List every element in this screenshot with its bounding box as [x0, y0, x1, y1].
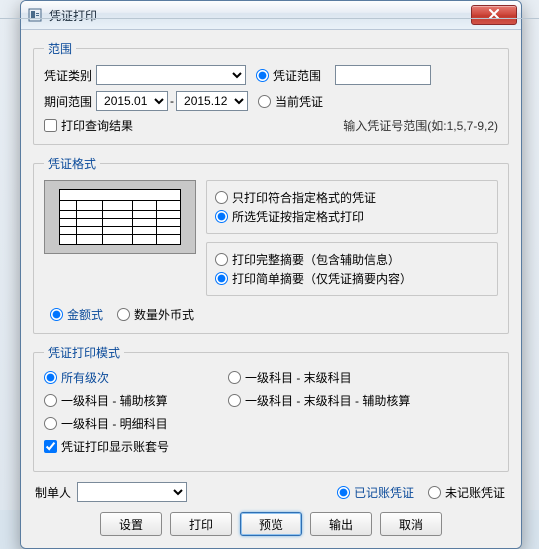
- mode-l1-last-radio[interactable]: 一级科目 - 末级科目: [228, 369, 352, 386]
- close-icon: [488, 8, 500, 22]
- settings-button[interactable]: 设置: [100, 512, 162, 536]
- scope-group: 范围 凭证类别 凭证范围 期间范围 2015.01: [33, 40, 509, 145]
- summary-box: 打印完整摘要（包含辅助信息） 打印简单摘要（仅凭证摘要内容）: [206, 242, 498, 296]
- opt-by-format-radio[interactable]: 所选凭证按指定格式打印: [215, 208, 489, 225]
- format-legend: 凭证格式: [44, 155, 100, 172]
- mode-group: 凭证打印模式 所有级次 一级科目 - 末级科目 一级科目 - 辅助核算: [33, 344, 509, 472]
- export-button[interactable]: 输出: [310, 512, 372, 536]
- mode-legend: 凭证打印模式: [44, 344, 124, 361]
- voucher-type-label: 凭证类别: [44, 67, 92, 84]
- window-title: 凭证打印: [49, 7, 471, 24]
- opt-full-summary-radio[interactable]: 打印完整摘要（包含辅助信息）: [215, 251, 489, 268]
- mode-all-levels-radio[interactable]: 所有级次: [44, 369, 214, 386]
- posted-radio[interactable]: 已记账凭证: [337, 484, 414, 501]
- period-dash: -: [170, 94, 174, 108]
- print-query-result-checkbox[interactable]: 打印查询结果: [44, 117, 133, 134]
- voucher-type-select[interactable]: [96, 65, 246, 85]
- format-filter-box: 只打印符合指定格式的凭证 所选凭证按指定格式打印: [206, 180, 498, 234]
- format-group: 凭证格式: [33, 155, 509, 334]
- button-bar: 设置 打印 预览 输出 取消: [33, 512, 509, 536]
- voucher-range-radio[interactable]: 凭证范围: [256, 67, 321, 84]
- style-qty-fx-radio[interactable]: 数量外币式: [117, 306, 194, 323]
- cancel-button[interactable]: 取消: [380, 512, 442, 536]
- print-button[interactable]: 打印: [170, 512, 232, 536]
- opt-simple-summary-radio[interactable]: 打印简单摘要（仅凭证摘要内容）: [215, 270, 489, 287]
- preparer-select[interactable]: [77, 482, 187, 502]
- period-from-select[interactable]: 2015.01: [96, 91, 168, 111]
- scope-legend: 范围: [44, 40, 76, 57]
- preview-button[interactable]: 预览: [240, 512, 302, 536]
- period-to-select[interactable]: 2015.12: [176, 91, 248, 111]
- opt-match-format-radio[interactable]: 只打印符合指定格式的凭证: [215, 189, 489, 206]
- preparer-label: 制单人: [35, 484, 71, 501]
- style-amount-radio[interactable]: 金额式: [50, 306, 103, 323]
- show-account-set-checkbox[interactable]: 凭证打印显示账套号: [44, 438, 169, 455]
- app-icon: [27, 7, 43, 23]
- current-voucher-radio[interactable]: 当前凭证: [258, 93, 323, 110]
- mode-l1-aux-radio[interactable]: 一级科目 - 辅助核算: [44, 392, 214, 409]
- dialog-window: 凭证打印 范围 凭证类别: [20, 0, 522, 549]
- close-button[interactable]: [471, 5, 517, 25]
- voucher-range-hint: 输入凭证号范围(如:1,5,7-9,2): [343, 117, 498, 134]
- mode-l1-detail-radio[interactable]: 一级科目 - 明细科目: [44, 415, 168, 432]
- template-preview: [44, 180, 196, 254]
- unposted-radio[interactable]: 未记账凭证: [428, 484, 505, 501]
- voucher-range-input[interactable]: [335, 65, 431, 85]
- title-bar: 凭证打印: [21, 1, 521, 30]
- period-range-label: 期间范围: [44, 93, 92, 110]
- mode-l1-last-aux-radio[interactable]: 一级科目 - 末级科目 - 辅助核算: [228, 392, 410, 409]
